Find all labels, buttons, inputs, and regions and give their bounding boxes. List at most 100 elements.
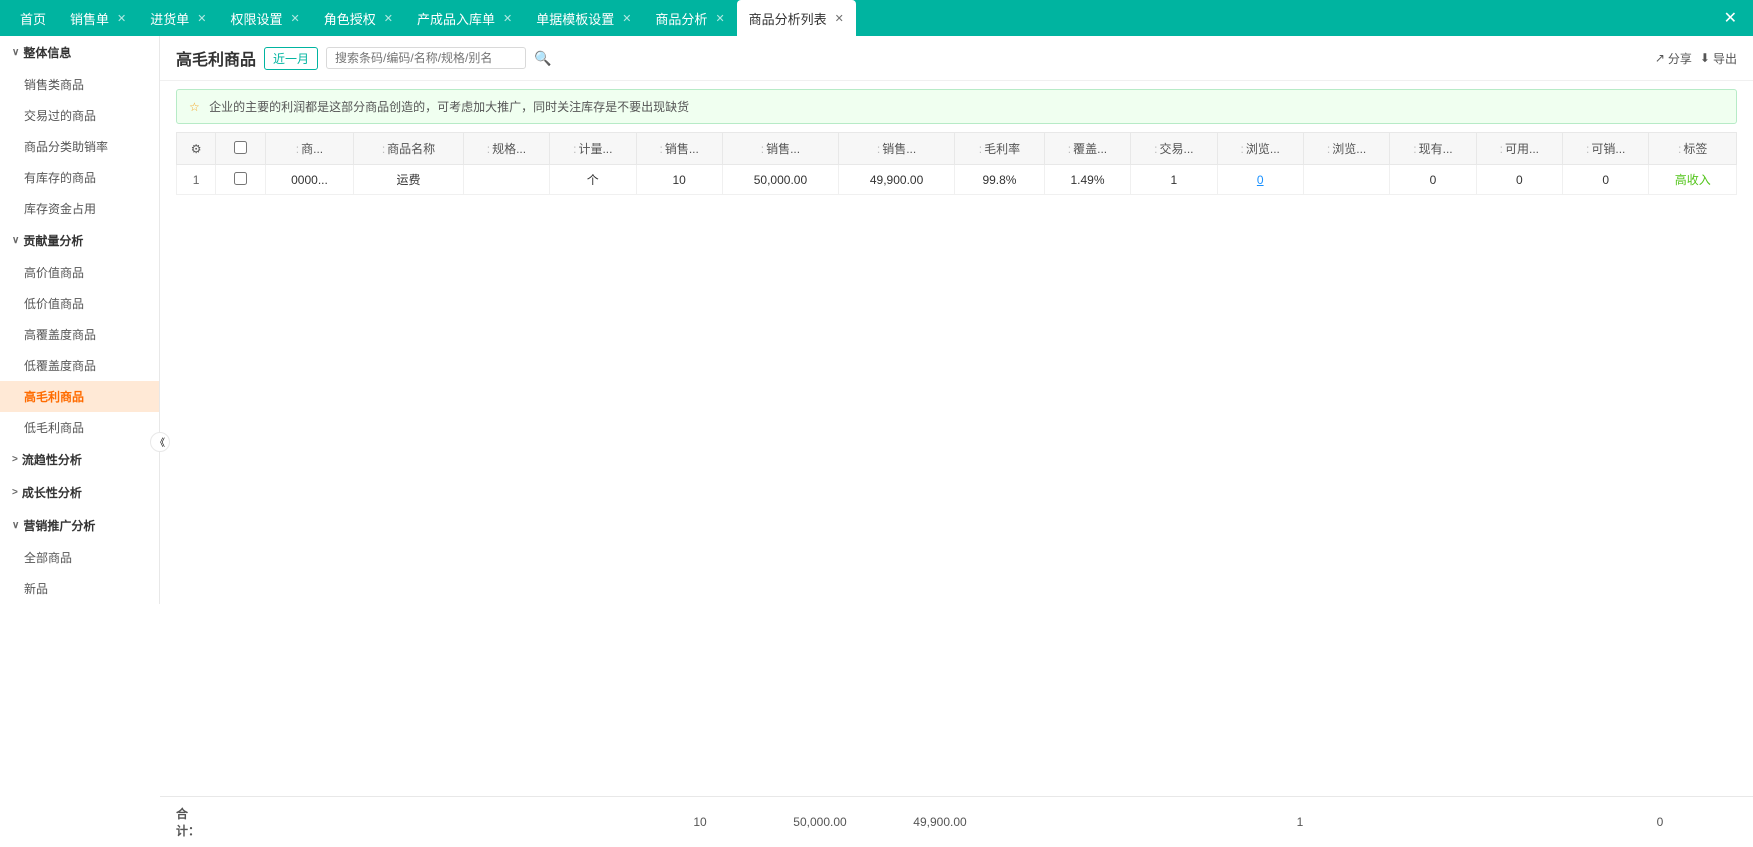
cell-spec — [463, 165, 549, 195]
col-header-checkbox[interactable] — [216, 133, 265, 165]
footer-available: 0 — [1740, 815, 1753, 829]
table-row: 10000...运费个1050,000.0049,900.0099.8%1.49… — [177, 165, 1737, 195]
group-label: 整体信息 — [23, 44, 71, 61]
filter-button[interactable]: 近一月 — [264, 47, 318, 70]
group-label: 贡献量分析 — [23, 232, 83, 249]
tab-close-icon[interactable]: ✕ — [117, 12, 126, 25]
col-header-available: :可用... — [1476, 133, 1562, 165]
sidebar-item-0-3[interactable]: 有库存的商品 — [0, 162, 159, 193]
sidebar-item-0-1[interactable]: 交易过的商品 — [0, 100, 159, 131]
sidebar-group-0[interactable]: ∨ 整体信息 — [0, 36, 159, 69]
table-body: 10000...运费个1050,000.0049,900.0099.8%1.49… — [177, 165, 1737, 195]
group-label: 营销推广分析 — [23, 517, 95, 534]
nav-tab-4[interactable]: 角色授权✕ — [312, 0, 405, 36]
group-arrow-icon: ∨ — [12, 47, 19, 58]
col-separator: : — [1154, 142, 1157, 156]
nav-tab-3[interactable]: 权限设置✕ — [218, 0, 311, 36]
sidebar-item-4-1[interactable]: 新品 — [0, 573, 159, 604]
sidebar-item-1-0[interactable]: 高价值商品 — [0, 257, 159, 288]
tab-close-icon[interactable]: ✕ — [503, 12, 512, 25]
sidebar-group-2[interactable]: >流趋性分析 — [0, 443, 159, 476]
tab-close-icon[interactable]: ✕ — [197, 12, 206, 25]
sidebar-item-1-4[interactable]: 高毛利商品 — [0, 381, 159, 412]
tab-close-icon[interactable]: ✕ — [835, 12, 844, 25]
col-header-coverage: :覆盖... — [1044, 133, 1130, 165]
col-header-unit: :计量... — [550, 133, 636, 165]
export-button[interactable]: ⬇ 导出 — [1700, 50, 1737, 67]
sidebar-collapse-button[interactable]: 《 — [150, 432, 170, 452]
footer-sales-count: 10 — [660, 815, 740, 829]
content-area: 高毛利商品 近一月 🔍 ↗ 分享 ⬇ 导出 ☆ 企业的主要的利润都是这部分商品创… — [160, 36, 1753, 847]
page-title: 高毛利商品 — [176, 46, 256, 70]
cell-view2 — [1303, 165, 1389, 195]
sidebar-item-0-0[interactable]: 销售类商品 — [0, 69, 159, 100]
nav-tab-2[interactable]: 进货单✕ — [138, 0, 218, 36]
main-layout: ∨整体信息销售类商品交易过的商品商品分类助销率有库存的商品库存资金占用∨贡献量分… — [0, 36, 1753, 847]
content-header: 高毛利商品 近一月 🔍 ↗ 分享 ⬇ 导出 — [160, 36, 1753, 81]
nav-tab-0[interactable]: 首页 — [8, 0, 58, 36]
col-header-transaction: :交易... — [1131, 133, 1217, 165]
col-header-spec: :规格... — [463, 133, 549, 165]
col-separator: : — [1241, 142, 1244, 156]
cell-checkbox[interactable] — [216, 165, 265, 195]
col-separator: : — [1500, 142, 1503, 156]
group-arrow-icon: ∨ — [12, 520, 19, 531]
nav-tab-6[interactable]: 单据模板设置✕ — [524, 0, 643, 36]
window-close-button[interactable]: ✕ — [1716, 8, 1745, 28]
sidebar-item-0-2[interactable]: 商品分类助销率 — [0, 131, 159, 162]
sidebar-group-3[interactable]: >成长性分析 — [0, 476, 159, 509]
table-wrapper: ⚙:商...:商品名称:规格...:计量...:销售...:销售...:销售..… — [160, 124, 1753, 796]
tab-close-icon[interactable]: ✕ — [622, 12, 631, 25]
col-header-view2: :浏览... — [1303, 133, 1389, 165]
select-all-checkbox[interactable] — [234, 141, 247, 154]
search-icon[interactable]: 🔍 — [534, 50, 551, 67]
col-separator: : — [382, 142, 385, 156]
tab-close-icon[interactable]: ✕ — [715, 12, 724, 25]
col-header-tag: :标签 — [1649, 133, 1737, 165]
search-input[interactable] — [326, 47, 526, 69]
nav-tab-5[interactable]: 产成品入库单✕ — [405, 0, 524, 36]
col-header-code: :商... — [265, 133, 354, 165]
col-header-setting[interactable]: ⚙ — [177, 133, 216, 165]
nav-tab-1[interactable]: 销售单✕ — [58, 0, 138, 36]
sidebar-item-0-4[interactable]: 库存资金占用 — [0, 193, 159, 224]
col-separator: : — [1586, 142, 1589, 156]
cell-coverage: 1.49% — [1044, 165, 1130, 195]
cell-sales_profit: 49,900.00 — [839, 165, 955, 195]
group-arrow-icon: > — [12, 487, 18, 498]
sidebar-group-4[interactable]: ∨ 营销推广分析 — [0, 509, 159, 542]
sidebar-wrapper: ∨整体信息销售类商品交易过的商品商品分类助销率有库存的商品库存资金占用∨贡献量分… — [0, 36, 160, 847]
sidebar-item-1-1[interactable]: 低价值商品 — [0, 288, 159, 319]
col-separator: : — [1413, 142, 1416, 156]
cell-view1[interactable]: 0 — [1217, 165, 1303, 195]
sidebar-item-1-3[interactable]: 低覆盖度商品 — [0, 350, 159, 381]
col-header-sales_amount: :销售... — [722, 133, 838, 165]
tab-close-icon[interactable]: ✕ — [291, 12, 300, 25]
col-separator: : — [487, 142, 490, 156]
view-link[interactable]: 0 — [1257, 173, 1264, 187]
footer-transaction: 1 — [1260, 815, 1340, 829]
col-separator: : — [573, 142, 576, 156]
share-icon: ↗ — [1655, 51, 1665, 65]
settings-icon[interactable]: ⚙ — [191, 142, 202, 156]
cell-unit: 个 — [550, 165, 636, 195]
footer-sales-profit: 49,900.00 — [900, 815, 980, 829]
cell-available: 0 — [1476, 165, 1562, 195]
sidebar-item-1-2[interactable]: 高覆盖度商品 — [0, 319, 159, 350]
sidebar-item-4-0[interactable]: 全部商品 — [0, 542, 159, 573]
col-header-current_stock: :现有... — [1390, 133, 1476, 165]
nav-tab-7[interactable]: 商品分析✕ — [643, 0, 736, 36]
cell-code: 0000... — [265, 165, 354, 195]
share-button[interactable]: ↗ 分享 — [1655, 50, 1692, 67]
col-separator: : — [761, 142, 764, 156]
footer-label: 合计： — [176, 805, 200, 839]
table-header: ⚙:商...:商品名称:规格...:计量...:销售...:销售...:销售..… — [177, 133, 1737, 165]
row-checkbox[interactable] — [234, 172, 247, 185]
sidebar-item-1-5[interactable]: 低毛利商品 — [0, 412, 159, 443]
nav-tab-8[interactable]: 商品分析列表✕ — [737, 0, 856, 36]
tab-close-icon[interactable]: ✕ — [384, 12, 393, 25]
col-separator: : — [979, 142, 982, 156]
sidebar-group-1[interactable]: ∨贡献量分析 — [0, 224, 159, 257]
export-icon: ⬇ — [1700, 51, 1710, 65]
cell-gross_margin: 99.8% — [955, 165, 1045, 195]
